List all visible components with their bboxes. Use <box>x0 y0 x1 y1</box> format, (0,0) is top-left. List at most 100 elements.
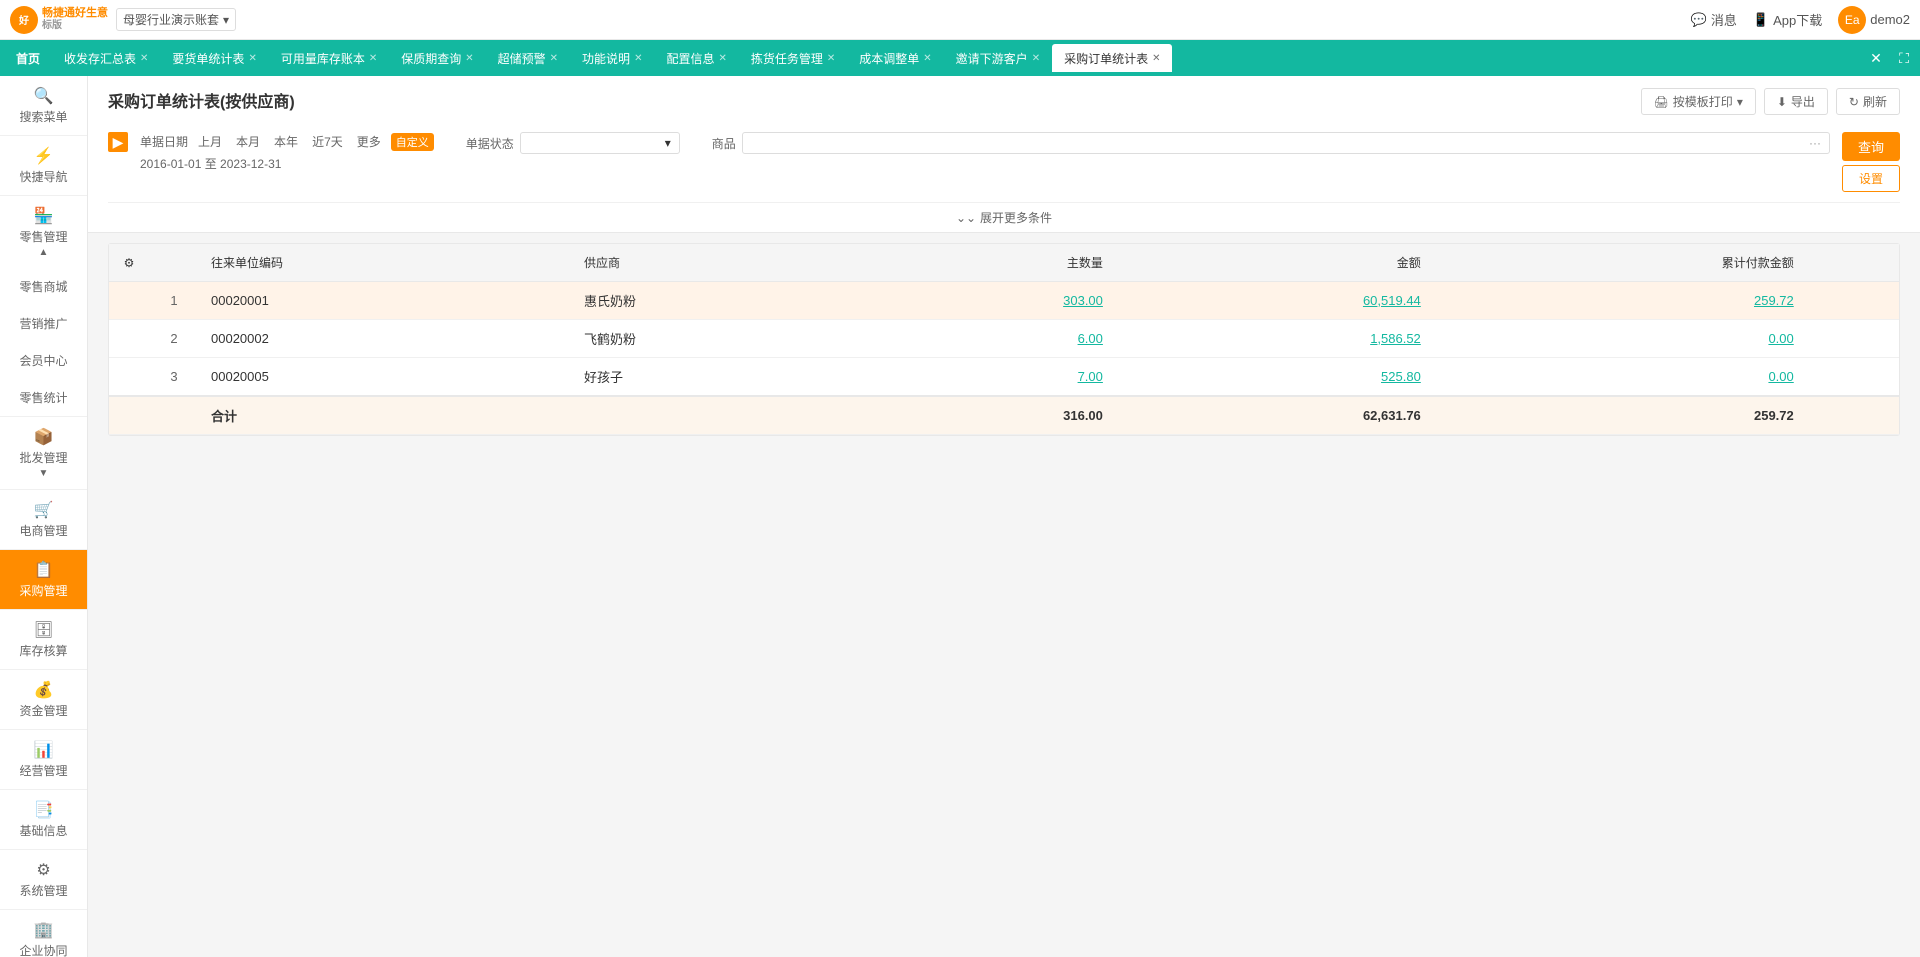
tab-label: 功能说明 <box>582 50 630 67</box>
td-main-qty-2[interactable]: 6.00 <box>867 320 1115 358</box>
export-icon: ⬇ <box>1777 95 1787 109</box>
tab-purchase-summary[interactable]: 采购订单统计表 ✕ <box>1052 44 1172 72</box>
td-amount-3[interactable]: 525.80 <box>1115 358 1433 397</box>
date-filter: 单据日期 上月 本月 本年 近7天 更多 自定义 2016-01-01 至 20… <box>140 132 434 172</box>
logo-text: 畅捷通好生意 标版 <box>42 7 108 32</box>
export-button[interactable]: ⬇ 导出 <box>1764 88 1828 115</box>
settings-button[interactable]: 设置 <box>1842 165 1900 192</box>
workspace-selector[interactable]: 母婴行业演示账套 ▾ <box>116 8 236 31</box>
sidebar-item-ecommerce[interactable]: 🛒 电商管理 <box>0 490 87 549</box>
tab-close-icon[interactable]: ✕ <box>369 53 377 64</box>
tab-close-all-button[interactable]: ✕ <box>1864 46 1888 70</box>
sidebar-item-finance[interactable]: 💰 资金管理 <box>0 670 87 729</box>
sidebar-section-ecommerce: 🛒 电商管理 <box>0 490 87 550</box>
tab-shelf-life[interactable]: 保质期查询 ✕ <box>389 44 485 72</box>
top-bar: 好 畅捷通好生意 标版 母婴行业演示账套 ▾ 💬 消息 📱 App下载 Ea d… <box>0 0 1920 40</box>
custom-date-tag[interactable]: 自定义 <box>391 133 434 151</box>
tab-close-icon[interactable]: ✕ <box>550 53 558 64</box>
th-settings: ⚙ <box>109 244 149 282</box>
app-download-button[interactable]: 📱 App下载 <box>1753 10 1822 29</box>
tab-label: 超储预警 <box>498 50 546 67</box>
td-paid-1[interactable]: 259.72 <box>1433 282 1806 320</box>
sidebar-item-purchase[interactable]: 📋 采购管理 <box>0 550 87 609</box>
date-shortcut-7days[interactable]: 近7天 <box>308 132 347 151</box>
sidebar-item-enterprise[interactable]: 🏢 企业协同 <box>0 910 87 957</box>
refresh-button[interactable]: ↻ 刷新 <box>1836 88 1900 115</box>
sidebar-item-system[interactable]: ⚙ 系统管理 <box>0 850 87 909</box>
td-main-qty-3[interactable]: 7.00 <box>867 358 1115 397</box>
sidebar-item-basic[interactable]: 📑 基础信息 <box>0 790 87 849</box>
lightning-icon: ⚡ <box>34 146 54 166</box>
tab-pick-task[interactable]: 拣货任务管理 ✕ <box>739 44 847 72</box>
tab-maximize-button[interactable]: ⛶ <box>1892 46 1916 70</box>
th-paid-amount: 累计付款金额 <box>1433 244 1806 282</box>
tab-config[interactable]: 配置信息 ✕ <box>654 44 738 72</box>
sidebar-item-quick-nav[interactable]: ⚡ 快捷导航 <box>0 136 87 195</box>
sidebar: 🔍 搜索菜单 ⚡ 快捷导航 🏪 零售管理 ▲ 零售商城 营销推广 会员中 <box>0 76 88 957</box>
sidebar-item-retail[interactable]: 🏪 零售管理 ▲ <box>0 196 87 268</box>
status-select[interactable]: ▾ <box>520 132 680 154</box>
td-supplier-name-3: 好孩子 <box>572 358 867 397</box>
chevron-down-icon: ▾ <box>223 13 229 27</box>
tab-invite[interactable]: 邀请下游客户 ✕ <box>944 44 1052 72</box>
td-index-3: 3 <box>149 358 199 397</box>
message-button[interactable]: 💬 消息 <box>1691 10 1737 29</box>
goods-input[interactable]: ··· <box>742 132 1830 154</box>
td-footer-qty: 316.00 <box>867 396 1115 435</box>
query-button[interactable]: 查询 <box>1842 132 1900 161</box>
date-shortcut-this-year[interactable]: 本年 <box>270 132 302 151</box>
sidebar-item-search[interactable]: 🔍 搜索菜单 <box>0 76 87 135</box>
refresh-icon: ↻ <box>1849 95 1859 109</box>
tab-label: 要货单统计表 <box>172 50 244 67</box>
tab-close-icon[interactable]: ✕ <box>465 53 473 64</box>
td-amount-1[interactable]: 60,519.44 <box>1115 282 1433 320</box>
tab-close-icon[interactable]: ✕ <box>634 53 642 64</box>
sidebar-item-retail-store[interactable]: 零售商城 <box>0 268 87 305</box>
tab-close-icon[interactable]: ✕ <box>923 53 931 64</box>
tab-close-icon[interactable]: ✕ <box>827 53 835 64</box>
tab-usable-stock[interactable]: 可用量库存账本 ✕ <box>269 44 389 72</box>
collapse-arrow[interactable]: ▶ <box>108 132 128 152</box>
sidebar-item-marketing[interactable]: 营销推广 <box>0 305 87 342</box>
tab-goods-summary[interactable]: 要货单统计表 ✕ <box>160 44 268 72</box>
top-bar-left: 好 畅捷通好生意 标版 母婴行业演示账套 ▾ <box>10 6 236 34</box>
basic-icon: 📑 <box>34 800 54 820</box>
tab-home[interactable]: 首页 <box>4 44 52 72</box>
logo-icon: 好 <box>10 6 38 34</box>
top-bar-right: 💬 消息 📱 App下载 Ea demo2 <box>1691 6 1910 34</box>
expand-conditions-button[interactable]: ⌄⌄ 展开更多条件 <box>956 209 1052 226</box>
tab-close-icon[interactable]: ✕ <box>248 53 256 64</box>
tab-close-icon[interactable]: ✕ <box>140 53 148 64</box>
sidebar-item-member[interactable]: 会员中心 <box>0 342 87 379</box>
td-paid-2[interactable]: 0.00 <box>1433 320 1806 358</box>
td-empty-1 <box>1806 282 1899 320</box>
sidebar-section-retail: 🏪 零售管理 ▲ 零售商城 营销推广 会员中心 零售统计 <box>0 196 87 417</box>
td-paid-3[interactable]: 0.00 <box>1433 358 1806 397</box>
tab-income-summary[interactable]: 收发存汇总表 ✕ <box>52 44 160 72</box>
tab-label: 配置信息 <box>666 50 714 67</box>
tab-close-icon[interactable]: ✕ <box>1152 53 1160 64</box>
user-info[interactable]: Ea demo2 <box>1838 6 1910 34</box>
td-footer-empty <box>109 396 199 435</box>
sidebar-item-stock[interactable]: 🗄 库存核算 <box>0 610 87 669</box>
date-shortcut-last-month[interactable]: 上月 <box>194 132 226 151</box>
td-amount-2[interactable]: 1,586.52 <box>1115 320 1433 358</box>
date-shortcut-more[interactable]: 更多 <box>353 132 385 151</box>
tab-label: 拣货任务管理 <box>751 50 823 67</box>
sidebar-item-operations[interactable]: 📊 经营管理 <box>0 730 87 789</box>
nav-tab-actions: ✕ ⛶ <box>1864 46 1916 70</box>
tab-close-icon[interactable]: ✕ <box>1032 53 1040 64</box>
td-supplier-name-1: 惠氏奶粉 <box>572 282 867 320</box>
tab-function[interactable]: 功能说明 ✕ <box>570 44 654 72</box>
date-shortcut-this-month[interactable]: 本月 <box>232 132 264 151</box>
sidebar-item-retail-stats[interactable]: 零售统计 <box>0 379 87 416</box>
tab-overstock[interactable]: 超储预警 ✕ <box>486 44 570 72</box>
th-amount: 金额 <box>1115 244 1433 282</box>
sidebar-item-wholesale[interactable]: 📦 批发管理 ▼ <box>0 417 87 489</box>
td-main-qty-1[interactable]: 303.00 <box>867 282 1115 320</box>
print-button[interactable]: 🖨 按模板打印 ▾ <box>1641 88 1756 115</box>
tab-cost-adjust[interactable]: 成本调整单 ✕ <box>847 44 943 72</box>
tab-close-icon[interactable]: ✕ <box>718 53 726 64</box>
goods-filter: 商品 ··· <box>712 132 1830 154</box>
chevron-down-icon4: ▾ <box>665 136 671 150</box>
